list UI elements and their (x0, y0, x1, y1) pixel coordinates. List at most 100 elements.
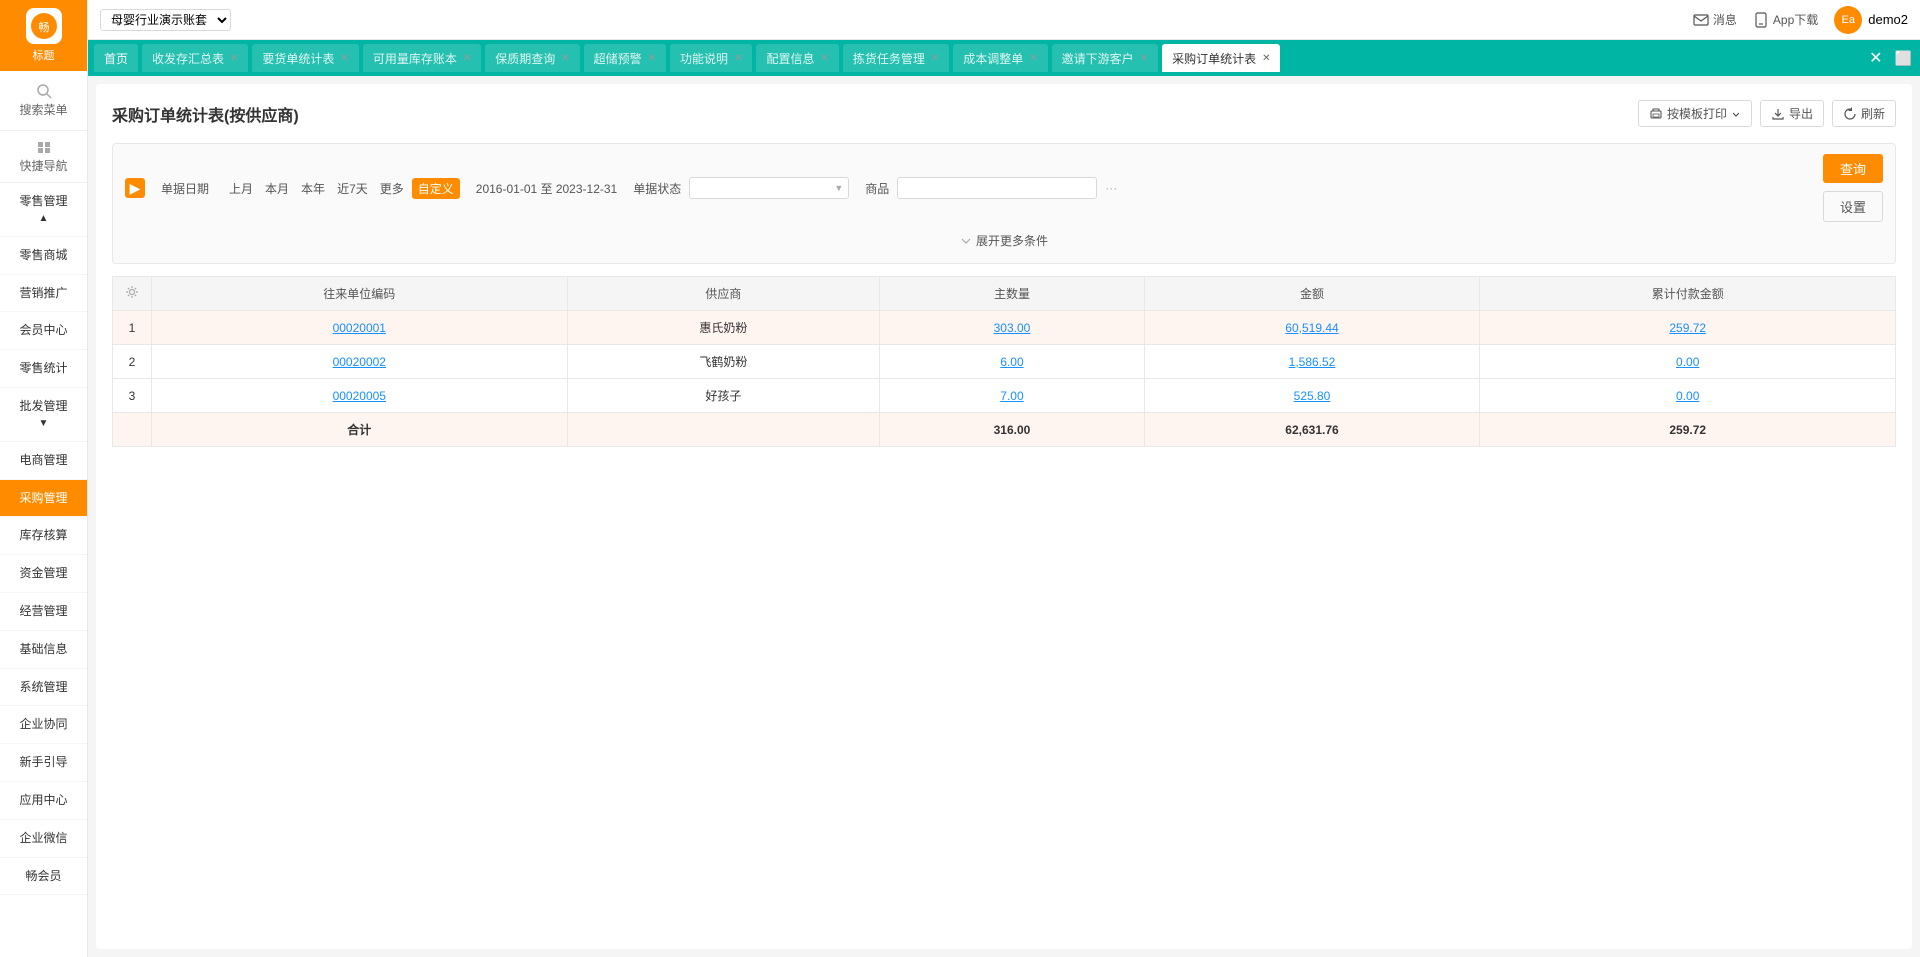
app-download-button[interactable]: App下载 (1753, 11, 1818, 28)
table-footer-row: 合计 316.00 62,631.76 259.72 (113, 413, 1896, 447)
username: demo2 (1868, 12, 1908, 27)
cell-unit-code[interactable]: 00020005 (152, 379, 568, 413)
tab-function-desc[interactable]: 功能说明 ✕ (670, 44, 752, 72)
tab-purchase-order-stats[interactable]: 采购订单统计表 ✕ (1162, 44, 1280, 72)
query-button[interactable]: 查询 (1823, 154, 1883, 183)
date-filter-label: 单据日期 (161, 180, 209, 197)
company-selector[interactable]: 母婴行业演示账套 (100, 9, 231, 31)
cell-amount[interactable]: 525.80 (1144, 379, 1480, 413)
date-btn-more[interactable]: 更多 (376, 178, 408, 199)
user-menu[interactable]: Ea demo2 (1834, 6, 1908, 34)
tab-close-available-inventory[interactable]: ✕ (463, 53, 471, 64)
cell-unit-code[interactable]: 00020001 (152, 311, 568, 345)
tab-cost-adjust[interactable]: 成本调整单 ✕ (953, 44, 1047, 72)
th-gear (113, 277, 152, 311)
date-btn-custom[interactable]: 自定义 (412, 178, 460, 199)
th-main-qty: 主数量 (880, 277, 1144, 311)
cell-main-qty[interactable]: 7.00 (880, 379, 1144, 413)
date-btn-7days[interactable]: 近7天 (333, 178, 372, 199)
cell-paid-amount[interactable]: 0.00 (1480, 379, 1896, 413)
filter-row-1: ▶ 单据日期 上月 本月 本年 近7天 更多 自定义 2016-01-01 至 … (125, 154, 1883, 222)
tab-close-config-info[interactable]: ✕ (820, 53, 828, 64)
goods-input[interactable] (897, 177, 1097, 199)
sidebar-item-basic-info[interactable]: 基础信息 (0, 631, 87, 669)
sidebar-item-retail-stats[interactable]: 零售统计 (0, 350, 87, 388)
footer-paid-amount: 259.72 (1480, 413, 1896, 447)
cell-paid-amount[interactable]: 259.72 (1480, 311, 1896, 345)
cell-main-qty[interactable]: 303.00 (880, 311, 1144, 345)
date-btn-this-year[interactable]: 本年 (297, 178, 329, 199)
date-range-value: 2016-01-01 至 2023-12-31 (476, 180, 617, 197)
status-select[interactable] (689, 177, 849, 199)
footer-empty-2 (567, 413, 880, 447)
table-row: 3 00020005 好孩子 7.00 525.80 0.00 (113, 379, 1896, 413)
cell-paid-amount[interactable]: 0.00 (1480, 345, 1896, 379)
cell-amount[interactable]: 60,519.44 (1144, 311, 1480, 345)
tab-close-pickup-task[interactable]: ✕ (931, 53, 939, 64)
sidebar-item-app-center[interactable]: 应用中心 (0, 782, 87, 820)
sidebar-item-ops-mgmt[interactable]: 经营管理 (0, 593, 87, 631)
sidebar-search-section: 搜索菜单 (0, 71, 87, 131)
goods-input-more[interactable]: ··· (1105, 181, 1117, 195)
filter-area: ▶ 单据日期 上月 本月 本年 近7天 更多 自定义 2016-01-01 至 … (112, 143, 1896, 264)
sidebar-item-member-center[interactable]: 会员中心 (0, 312, 87, 350)
sidebar-item-retail-store[interactable]: 零售商城 (0, 237, 87, 275)
tab-close-overstock-warning[interactable]: ✕ (648, 53, 656, 64)
sidebar-item-vip-member[interactable]: 畅会员 (0, 858, 87, 896)
sidebar-item-enterprise-wechat[interactable]: 企业微信 (0, 820, 87, 858)
logo-icon: 畅 (26, 8, 62, 44)
sidebar-item-ecommerce-mgmt[interactable]: 电商管理 (0, 442, 87, 480)
date-btn-this-month[interactable]: 本月 (261, 178, 293, 199)
search-menu-button[interactable]: 搜索菜单 (6, 79, 81, 122)
settings-button[interactable]: 设置 (1823, 191, 1883, 222)
tab-pickup-task[interactable]: 拣货任务管理 ✕ (843, 44, 949, 72)
filter-toggle-button[interactable]: ▶ (125, 178, 145, 198)
tab-available-inventory[interactable]: 可用量库存账本 ✕ (363, 44, 481, 72)
tab-overstock-warning[interactable]: 超储预警 ✕ (584, 44, 666, 72)
tab-invite-downstream[interactable]: 邀请下游客户 ✕ (1052, 44, 1158, 72)
footer-label: 合计 (152, 413, 568, 447)
tab-close-function-desc[interactable]: ✕ (734, 53, 742, 64)
sidebar-item-marketing[interactable]: 营销推广 (0, 275, 87, 313)
tab-close-receive-summary[interactable]: ✕ (230, 53, 238, 64)
message-button[interactable]: 消息 (1693, 11, 1737, 28)
expand-more-button[interactable]: 展开更多条件 (952, 228, 1056, 253)
goods-label: 商品 (865, 180, 889, 197)
quick-nav-button[interactable]: 快捷导航 (0, 131, 87, 183)
tabbar-maximize-button[interactable]: ⬜ (1891, 50, 1916, 67)
sidebar-item-inventory-check[interactable]: 库存核算 (0, 517, 87, 555)
tab-close-warranty-query[interactable]: ✕ (561, 53, 569, 64)
export-button[interactable]: 导出 (1760, 100, 1824, 127)
tab-close-purchase-order-stats[interactable]: ✕ (1262, 53, 1270, 64)
sidebar-item-finance-mgmt[interactable]: 资金管理 (0, 555, 87, 593)
print-button[interactable]: 按模板打印 (1638, 100, 1752, 127)
sidebar-logo[interactable]: 畅 标题 (0, 0, 87, 71)
sidebar-item-retail-mgmt[interactable]: 零售管理▲ (0, 183, 87, 237)
tab-close-goods-stats[interactable]: ✕ (340, 53, 348, 64)
cell-main-qty[interactable]: 6.00 (880, 345, 1144, 379)
tab-warranty-query[interactable]: 保质期查询 ✕ (485, 44, 579, 72)
sidebar-item-new-guide[interactable]: 新手引导 (0, 744, 87, 782)
tab-home[interactable]: 首页 (94, 44, 138, 72)
sidebar: 畅 标题 搜索菜单 快捷导航 零售管理▲ 零售商城 营销推广 会员中心 零售统计 (0, 0, 88, 957)
cell-amount[interactable]: 1,586.52 (1144, 345, 1480, 379)
cell-supplier: 飞鹤奶粉 (567, 345, 880, 379)
sidebar-item-enterprise-collab[interactable]: 企业协同 (0, 706, 87, 744)
main-content: 母婴行业演示账套 消息 App下载 Ea demo2 首页 收发存汇总表 ✕ (88, 0, 1920, 957)
tab-goods-stats[interactable]: 要货单统计表 ✕ (252, 44, 358, 72)
tab-receive-summary[interactable]: 收发存汇总表 ✕ (142, 44, 248, 72)
date-btn-last-month[interactable]: 上月 (225, 178, 257, 199)
tab-config-info[interactable]: 配置信息 ✕ (756, 44, 838, 72)
tabbar-close-button[interactable]: ✕ (1865, 48, 1886, 68)
table-row: 1 00020001 惠氏奶粉 303.00 60,519.44 259.72 (113, 311, 1896, 345)
sidebar-item-system-mgmt[interactable]: 系统管理 (0, 669, 87, 707)
cell-unit-code[interactable]: 00020002 (152, 345, 568, 379)
tab-close-cost-adjust[interactable]: ✕ (1029, 53, 1037, 64)
table-header-row: 往来单位编码 供应商 主数量 金额 累计付款金额 (113, 277, 1896, 311)
page-title: 采购订单统计表(按供应商) (112, 102, 299, 126)
tab-close-invite-downstream[interactable]: ✕ (1140, 53, 1148, 64)
refresh-button[interactable]: 刷新 (1832, 100, 1896, 127)
sidebar-item-purchase-mgmt[interactable]: 采购管理 (0, 480, 87, 518)
footer-amount: 62,631.76 (1144, 413, 1480, 447)
sidebar-item-wholesale-mgmt[interactable]: 批发管理▼ (0, 388, 87, 442)
